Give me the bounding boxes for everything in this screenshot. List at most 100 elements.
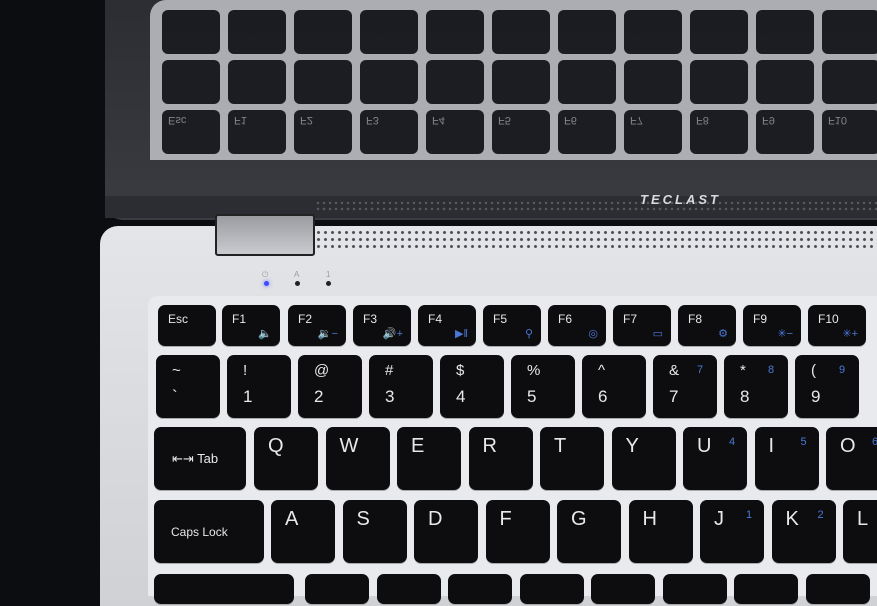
key-h[interactable]: H [628,500,693,563]
mute-icon: 🔈 [258,328,272,340]
key-t[interactable]: T [540,427,604,490]
key-bottom-row[interactable] [154,574,294,604]
key-7[interactable]: & 7 7 [653,355,717,418]
key-8[interactable]: * 8 8 [724,355,788,418]
key-label: E [411,435,425,457]
key-f3[interactable]: F3 🔊+ [353,305,411,346]
key-i[interactable]: I5 [754,427,819,490]
key-label: G [571,508,587,530]
reflection-key [822,10,877,54]
key-label: 5 [527,387,537,406]
key-esc[interactable]: Esc [158,305,216,346]
key-5[interactable]: % 5 [511,355,575,418]
key-label: O [840,435,856,457]
key-label: F2 [298,312,313,326]
key-f5[interactable]: F5 ⚲ [483,305,541,346]
key-bottom-row[interactable] [519,574,584,604]
key-bottom-row[interactable] [305,574,369,604]
key-s[interactable]: S [342,500,407,563]
key-label: Esc [168,312,189,326]
key-e[interactable]: E [397,427,461,490]
brightness-up-icon: ✳+ [842,328,858,340]
reflection-key: F8 [690,110,748,154]
reflection-key [690,10,748,54]
reflection-key [426,10,484,54]
reflection-key [228,10,286,54]
key-2[interactable]: @2 [298,355,362,418]
key-f[interactable]: F [485,500,550,563]
key-label: F6 [558,312,573,326]
key-f1[interactable]: F1 🔈 [222,305,280,346]
key-a[interactable]: A [271,500,335,563]
key-1[interactable]: ! 1 [227,355,291,418]
reflection-key: F2 [294,110,352,154]
numpad-label: 7 [697,364,704,376]
key-label: Y [625,435,639,457]
key-label: R [482,435,497,457]
key-f2[interactable]: F2 🔉− [288,305,346,346]
key-label: 1 [243,387,253,406]
numpad-label: 9 [839,364,846,376]
reflection-key [162,10,220,54]
key-f7[interactable]: F7 ▭ [613,305,671,346]
key-label: 7 [669,387,679,406]
key-3[interactable]: #3 [369,355,433,418]
key-q[interactable]: Q [254,427,318,490]
key-f4[interactable]: F4 ▶‖ [418,305,476,346]
key-f6[interactable]: F6 ◎ [548,305,606,346]
reflection-key [162,60,220,104]
key-shift-label: ^ [598,362,606,379]
reflection-key [360,60,418,104]
key-d[interactable]: D [414,500,478,563]
key-label: F [499,508,512,530]
key-bottom-row[interactable] [376,574,441,604]
key-label: 9 [811,387,821,406]
key-shift-label: ! [243,362,248,379]
reflection-key: F3 [360,110,418,154]
key-f10[interactable]: F10 ✳+ [808,305,866,346]
search-icon: ⚲ [524,328,533,340]
brand-logo: TECLAST [640,192,721,207]
key-backtick[interactable]: ~ ` [156,355,220,418]
key-k[interactable]: K2 [771,500,836,563]
key-label: T [554,435,567,457]
key-tab[interactable]: ⇤⇥ Tab [154,427,246,490]
key-label: 6 [598,387,608,406]
key-l[interactable]: L [843,500,877,563]
volume-up-icon: 🔊+ [382,328,403,340]
screen-reflection: Esc F1 F2 F3 F4 F5 F6 F7 F8 F9 F10 [150,0,877,160]
reflection-key [492,60,550,104]
key-j[interactable]: J1 [700,500,764,563]
reflection-key: F7 [624,110,682,154]
key-6[interactable]: ^ 6 [582,355,646,418]
power-led [264,281,269,286]
key-label: K [785,508,799,530]
key-label: F4 [428,312,443,326]
key-bottom-row[interactable] [662,574,727,604]
key-w[interactable]: W [325,427,390,490]
key-label: F9 [753,312,768,326]
key-bottom-row[interactable] [805,574,870,604]
key-label: J [714,508,724,530]
key-u[interactable]: U4 [683,427,747,490]
key-bottom-row[interactable] [734,574,798,604]
key-label: I [768,435,775,457]
key-bottom-row[interactable] [591,574,655,604]
reflection-key [360,10,418,54]
reflection-key [426,60,484,104]
key-bottom-row[interactable] [448,574,512,604]
key-9[interactable]: (9 9 [795,355,859,418]
reflection-key [294,10,352,54]
key-y[interactable]: Y [611,427,676,490]
key-f8[interactable]: F8 ⚙ [678,305,736,346]
key-caps-lock[interactable]: Caps Lock [154,500,264,563]
volume-down-icon: 🔉− [317,328,338,340]
reflection-key: F1 [228,110,286,154]
key-f9[interactable]: F9 ✳− [743,305,801,346]
key-label: ` [172,387,178,406]
key-o[interactable]: O6 [826,427,877,490]
reflection-key [228,60,286,104]
key-4[interactable]: $4 [440,355,504,418]
key-g[interactable]: G [557,500,621,563]
key-r[interactable]: R [468,427,533,490]
